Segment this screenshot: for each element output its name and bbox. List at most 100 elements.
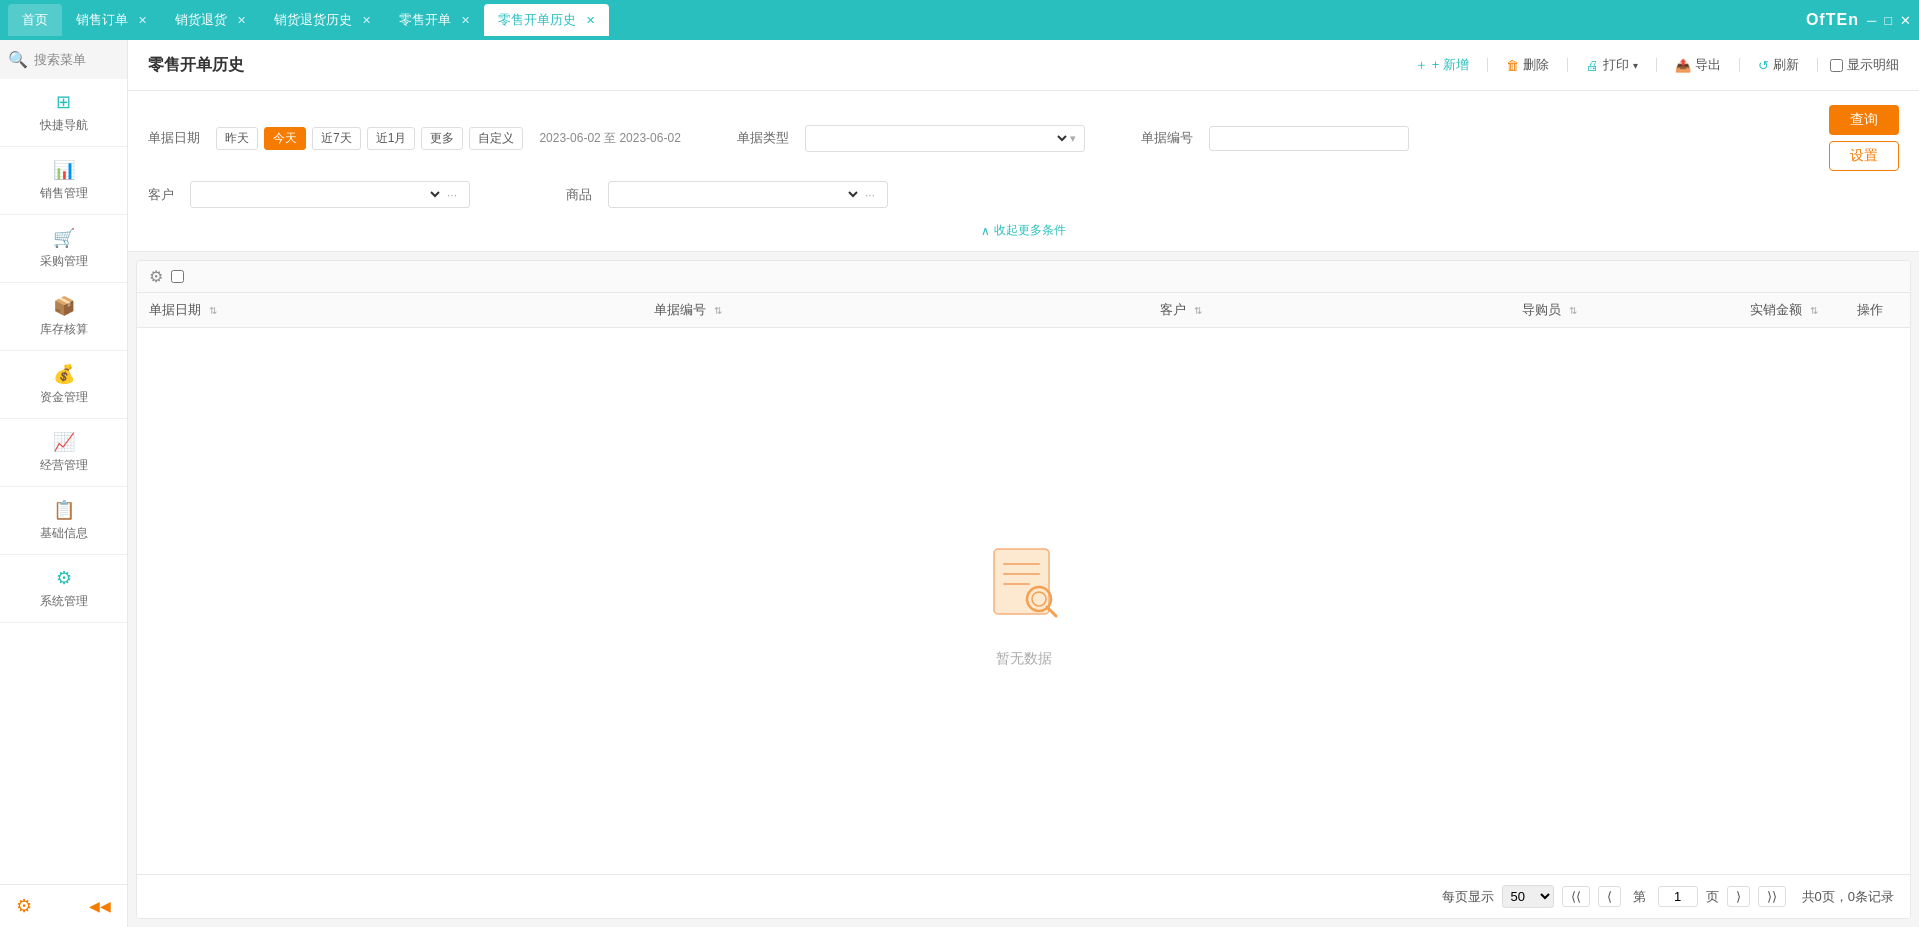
tab-close-sales-return[interactable]: ✕	[237, 14, 246, 27]
type-select-wrap[interactable]: ▾	[805, 125, 1085, 152]
col-guide[interactable]: 导购员 ⇅	[1510, 293, 1710, 328]
tab-close-retail-open[interactable]: ✕	[461, 14, 470, 27]
tab-bar: 首页 销售订单 ✕ 销货退货 ✕ 销货退货历史 ✕ 零售开单 ✕ 零售开单历史 …	[0, 0, 1919, 40]
divider	[1739, 58, 1740, 72]
add-button[interactable]: ＋ + 新增	[1409, 52, 1475, 78]
topbar-maximize-icon[interactable]: □	[1884, 13, 1892, 28]
sidebar-item-quick-nav[interactable]: ⊞ 快捷导航	[0, 79, 127, 147]
filter-row-2: 客户 ··· 商品 ···	[148, 181, 1899, 208]
col-date[interactable]: 单据日期 ⇅	[137, 293, 642, 328]
product-ellipsis[interactable]: ···	[861, 188, 879, 202]
first-page-btn[interactable]: ⟨⟨	[1562, 886, 1590, 907]
system-icon: ⚙	[56, 567, 72, 589]
tab-close-sales-return-history[interactable]: ✕	[362, 14, 371, 27]
type-select-arrow: ▾	[1070, 132, 1076, 145]
col-amount[interactable]: 实销金额 ⇅	[1710, 293, 1830, 328]
prev-page-btn[interactable]: ⟨	[1598, 886, 1621, 907]
tab-sales-return-history[interactable]: 销货退货历史 ✕	[260, 4, 385, 36]
table-settings-icon[interactable]: ⚙	[149, 267, 163, 286]
delete-button[interactable]: 🗑 删除	[1500, 52, 1555, 78]
tab-close-sales-order[interactable]: ✕	[138, 14, 147, 27]
divider	[1567, 58, 1568, 72]
filter-area: 单据日期 昨天 今天 近7天 近1月 更多 自定义 2023-06-02 至 2…	[128, 91, 1919, 252]
sidebar-item-sales-mgmt[interactable]: 📊 销售管理	[0, 147, 127, 215]
svg-point-5	[1032, 592, 1046, 606]
sidebar: 🔍 搜索菜单 ⊞ 快捷导航 📊 销售管理 🛒 采购管理 📦 库存核算 💰 资金管…	[0, 40, 128, 927]
col-customer[interactable]: 客户 ⇅	[1148, 293, 1510, 328]
query-button[interactable]: 查询	[1829, 105, 1899, 135]
sidebar-item-label: 销售管理	[40, 185, 88, 202]
col-operation: 操作	[1830, 293, 1910, 328]
tab-home[interactable]: 首页	[8, 4, 62, 36]
collapse-sidebar-icon[interactable]: ◀◀	[89, 898, 111, 914]
header-actions: ＋ + 新增 🗑 删除 🖨 打印 ▾ 📤 导出	[1409, 52, 1899, 78]
operations-icon: 📈	[53, 431, 75, 453]
customer-ellipsis[interactable]: ···	[443, 188, 461, 202]
collapse-button[interactable]: ∧ 收起更多条件	[969, 218, 1078, 243]
sort-icon-customer: ⇅	[1194, 305, 1202, 316]
delete-icon: 🗑	[1506, 58, 1519, 73]
date-custom-btn[interactable]: 自定义	[469, 127, 523, 150]
date-7days-btn[interactable]: 近7天	[312, 127, 361, 150]
next-page-btn[interactable]: ⟩	[1727, 886, 1750, 907]
content-area: 零售开单历史 ＋ + 新增 🗑 删除 🖨 打印 ▾	[128, 40, 1919, 927]
filter-action-buttons: 查询 设置	[1829, 105, 1899, 171]
sidebar-item-system[interactable]: ⚙ 系统管理	[0, 555, 127, 623]
sidebar-item-purchase-mgmt[interactable]: 🛒 采购管理	[0, 215, 127, 283]
date-1month-btn[interactable]: 近1月	[367, 127, 416, 150]
topbar-minimize-icon[interactable]: ─	[1867, 13, 1876, 28]
select-all-checkbox[interactable]	[171, 270, 184, 283]
quick-nav-icon: ⊞	[56, 91, 71, 113]
number-filter-input[interactable]	[1209, 126, 1409, 151]
sidebar-item-inventory[interactable]: 📦 库存核算	[0, 283, 127, 351]
brand-logo: OfTEn	[1806, 11, 1859, 29]
settings-button[interactable]: 设置	[1829, 141, 1899, 171]
tab-retail-open[interactable]: 零售开单 ✕	[385, 4, 484, 36]
page-number-input[interactable]	[1658, 886, 1698, 907]
per-page-select[interactable]: 50 10 20 100	[1502, 885, 1554, 908]
pagination: 每页显示 50 10 20 100 ⟨⟨ ⟨ 第 页 ⟩ ⟩⟩ 共0页，0条记录	[137, 874, 1910, 918]
tab-sales-order[interactable]: 销售订单 ✕	[62, 4, 161, 36]
topbar-close-icon[interactable]: ✕	[1900, 13, 1911, 28]
show-detail-checkbox[interactable]	[1830, 59, 1843, 72]
tab-close-retail-open-history[interactable]: ✕	[586, 14, 595, 27]
date-shortcuts: 昨天 今天 近7天 近1月 更多 自定义	[216, 127, 523, 150]
type-select[interactable]	[814, 130, 1070, 147]
date-today-btn[interactable]: 今天	[264, 127, 306, 150]
data-table: 单据日期 ⇅ 单据编号 ⇅ 客户 ⇅ 导购员 ⇅	[137, 293, 1910, 328]
date-filter-label: 单据日期	[148, 129, 200, 147]
table-toolbar: ⚙	[137, 261, 1910, 293]
sidebar-search[interactable]: 🔍 搜索菜单	[0, 40, 127, 79]
sidebar-item-label: 库存核算	[40, 321, 88, 338]
sidebar-item-basic-info[interactable]: 📋 基础信息	[0, 487, 127, 555]
product-select-wrap[interactable]: ···	[608, 181, 888, 208]
print-icon: 🖨	[1586, 58, 1599, 73]
refresh-button[interactable]: ↺ 刷新	[1752, 52, 1805, 78]
col-number[interactable]: 单据编号 ⇅	[642, 293, 1147, 328]
customer-filter-label: 客户	[148, 186, 174, 204]
last-page-btn[interactable]: ⟩⟩	[1758, 886, 1786, 907]
refresh-icon: ↺	[1758, 58, 1769, 73]
sort-icon-amount: ⇅	[1810, 305, 1818, 316]
topbar-right: OfTEn ─ □ ✕	[1806, 11, 1911, 29]
customer-select[interactable]	[199, 186, 443, 203]
settings-gear-icon[interactable]: ⚙	[16, 895, 32, 917]
number-filter-label: 单据编号	[1141, 129, 1193, 147]
customer-select-wrap[interactable]: ···	[190, 181, 470, 208]
page-title: 零售开单历史	[148, 55, 244, 76]
show-detail-checkbox-label[interactable]: 显示明细	[1830, 56, 1899, 74]
tab-sales-return[interactable]: 销货退货 ✕	[161, 4, 260, 36]
filter-row-1: 单据日期 昨天 今天 近7天 近1月 更多 自定义 2023-06-02 至 2…	[148, 105, 1899, 171]
export-button[interactable]: 📤 导出	[1669, 52, 1727, 78]
date-more-btn[interactable]: 更多	[421, 127, 463, 150]
sidebar-item-operations[interactable]: 📈 经营管理	[0, 419, 127, 487]
print-button[interactable]: 🖨 打印 ▾	[1580, 52, 1644, 78]
date-yesterday-btn[interactable]: 昨天	[216, 127, 258, 150]
basic-info-icon: 📋	[53, 499, 75, 521]
product-select[interactable]	[617, 186, 861, 203]
tab-retail-open-history[interactable]: 零售开单历史 ✕	[484, 4, 609, 36]
sort-icon-number: ⇅	[714, 305, 722, 316]
sort-icon-date: ⇅	[209, 305, 217, 316]
add-icon: ＋	[1415, 56, 1428, 74]
sidebar-item-finance[interactable]: 💰 资金管理	[0, 351, 127, 419]
